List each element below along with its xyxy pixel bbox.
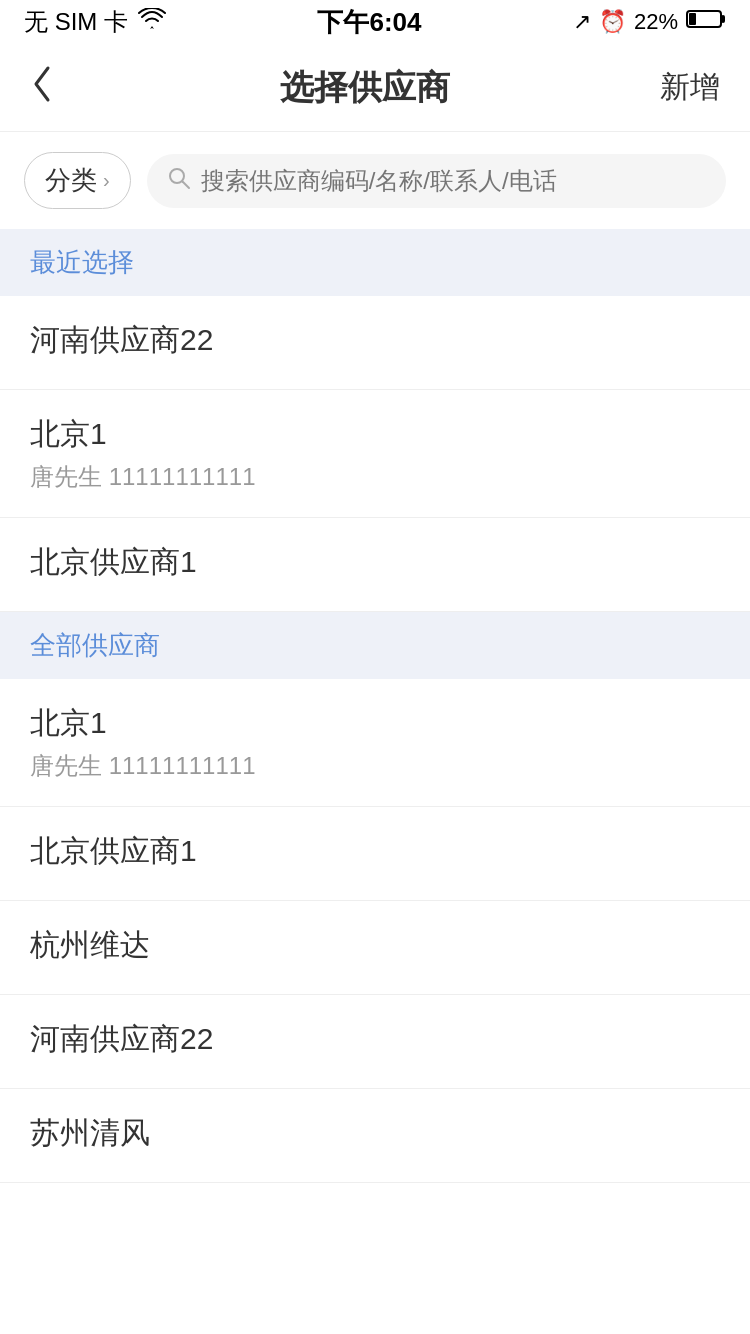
category-label: 分类	[45, 163, 97, 198]
filter-bar: 分类 ›	[0, 132, 750, 229]
search-icon	[167, 166, 191, 196]
status-right: ↗ ⏰ 22%	[573, 8, 726, 36]
back-button[interactable]	[30, 64, 90, 112]
battery-level: 22%	[634, 9, 678, 35]
search-input[interactable]	[201, 167, 706, 195]
status-time: 下午6:04	[317, 5, 421, 40]
list-item[interactable]: 北京1 唐先生 11111111111	[0, 679, 750, 807]
item-name: 北京供应商1	[30, 542, 720, 583]
add-button[interactable]: 新增	[640, 67, 720, 108]
list-item[interactable]: 杭州维达	[0, 901, 750, 995]
page-title: 选择供应商	[90, 65, 640, 111]
alarm-icon: ⏰	[599, 9, 626, 35]
status-bar: 无 SIM 卡 下午6:04 ↗ ⏰ 22%	[0, 0, 750, 44]
sim-status: 无 SIM 卡	[24, 6, 128, 38]
item-name: 北京供应商1	[30, 831, 720, 872]
search-box	[147, 154, 726, 208]
svg-rect-2	[689, 13, 696, 25]
svg-rect-1	[721, 15, 725, 23]
all-section-header: 全部供应商	[0, 612, 750, 679]
item-name: 河南供应商22	[30, 1019, 720, 1060]
svg-line-4	[182, 181, 189, 188]
list-item[interactable]: 苏州清风	[0, 1089, 750, 1183]
location-icon: ↗	[573, 9, 591, 35]
status-left: 无 SIM 卡	[24, 6, 166, 38]
all-section-label: 全部供应商	[30, 630, 160, 660]
list-item[interactable]: 北京1 唐先生 11111111111	[0, 390, 750, 518]
item-name: 杭州维达	[30, 925, 720, 966]
all-list: 北京1 唐先生 11111111111 北京供应商1 杭州维达 河南供应商22 …	[0, 679, 750, 1183]
battery-icon	[686, 8, 726, 36]
wifi-icon	[138, 8, 166, 36]
list-item[interactable]: 北京供应商1	[0, 518, 750, 612]
chevron-right-icon: ›	[103, 169, 110, 192]
recent-section-header: 最近选择	[0, 229, 750, 296]
list-item[interactable]: 河南供应商22	[0, 296, 750, 390]
list-item[interactable]: 河南供应商22	[0, 995, 750, 1089]
recent-list: 河南供应商22 北京1 唐先生 11111111111 北京供应商1	[0, 296, 750, 612]
item-name: 苏州清风	[30, 1113, 720, 1154]
nav-bar: 选择供应商 新增	[0, 44, 750, 132]
recent-section-label: 最近选择	[30, 247, 134, 277]
item-name: 河南供应商22	[30, 320, 720, 361]
category-button[interactable]: 分类 ›	[24, 152, 131, 209]
item-contact: 唐先生 11111111111	[30, 461, 720, 493]
list-item[interactable]: 北京供应商1	[0, 807, 750, 901]
item-name: 北京1	[30, 703, 720, 744]
item-name: 北京1	[30, 414, 720, 455]
item-contact: 唐先生 11111111111	[30, 750, 720, 782]
